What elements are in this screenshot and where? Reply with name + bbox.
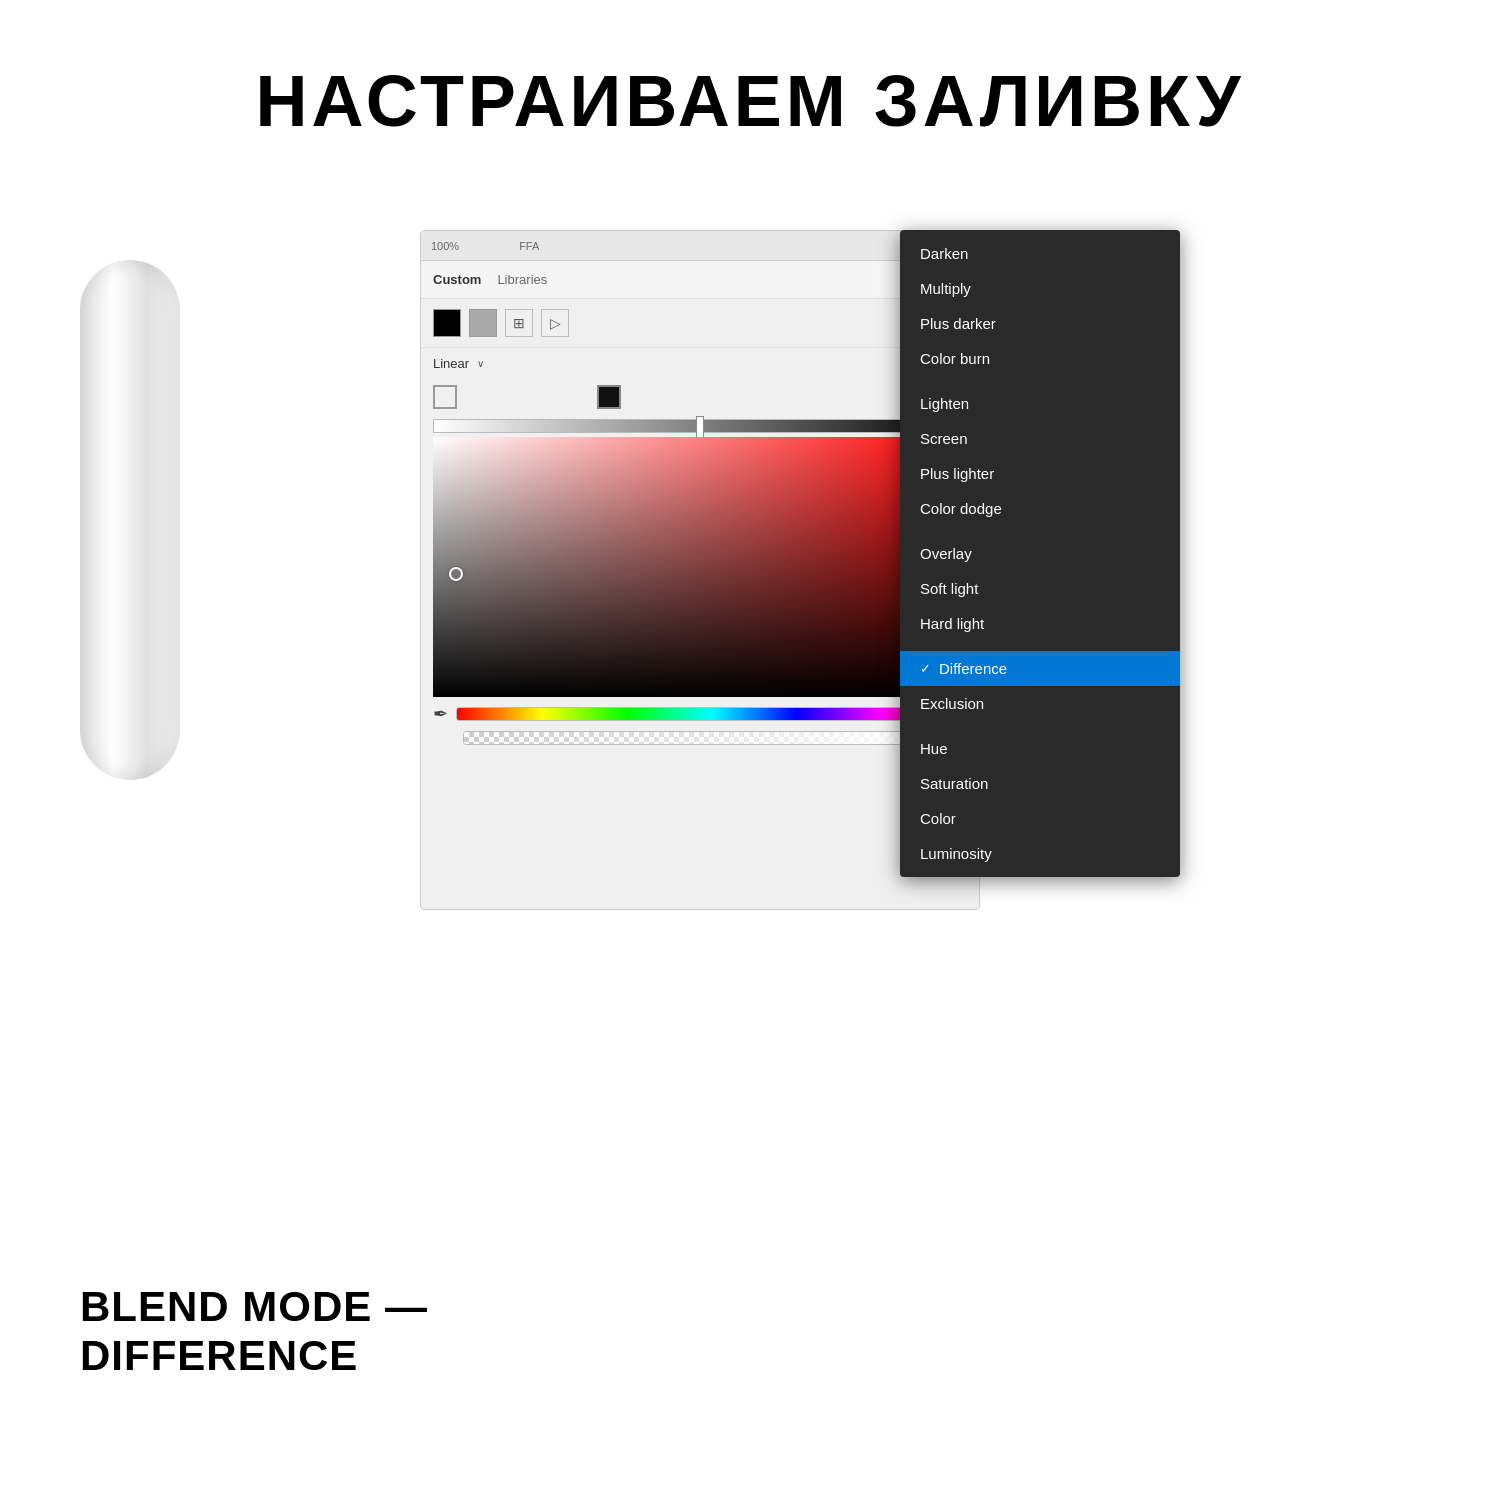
bottom-text-line1: BLEND MODE — bbox=[80, 1283, 428, 1331]
alpha-bar[interactable] bbox=[463, 731, 967, 745]
blend-item-screen-label: Screen bbox=[920, 430, 968, 447]
blend-item-darken-label: Darken bbox=[920, 245, 968, 262]
blend-item-plus-darker-label: Plus darker bbox=[920, 315, 996, 332]
blend-item-soft-light[interactable]: Soft light bbox=[900, 571, 1180, 606]
blend-item-luminosity[interactable]: Luminosity bbox=[900, 836, 1180, 871]
adobe-panel: 100% FFA Custom Libraries + ⊞ ▷ Linear ∨ bbox=[420, 230, 980, 910]
color-picker-area[interactable] bbox=[433, 437, 967, 697]
blend-separator-3 bbox=[900, 641, 1180, 651]
blend-item-soft-light-label: Soft light bbox=[920, 580, 978, 597]
blend-item-hue[interactable]: Hue bbox=[900, 731, 1180, 766]
gradient-handle[interactable] bbox=[696, 416, 704, 438]
blend-item-multiply-label: Multiply bbox=[920, 280, 971, 297]
gradient-stops bbox=[421, 379, 979, 415]
blend-item-difference-label: Difference bbox=[939, 660, 1007, 677]
blend-item-exclusion[interactable]: Exclusion bbox=[900, 686, 1180, 721]
blend-separator-1 bbox=[900, 376, 1180, 386]
blend-item-darken[interactable]: Darken bbox=[900, 236, 1180, 271]
tab-custom[interactable]: Custom bbox=[433, 272, 481, 287]
blend-item-saturation[interactable]: Saturation bbox=[900, 766, 1180, 801]
blend-item-saturation-label: Saturation bbox=[920, 775, 988, 792]
checkmark-icon: ✓ bbox=[920, 661, 931, 676]
blend-item-plus-lighter[interactable]: Plus lighter bbox=[900, 456, 1180, 491]
blend-item-screen[interactable]: Screen bbox=[900, 421, 1180, 456]
hue-bar[interactable] bbox=[456, 707, 967, 721]
alpha-bar-row bbox=[463, 731, 967, 745]
blend-item-hue-label: Hue bbox=[920, 740, 948, 757]
cylinder-decoration bbox=[80, 260, 180, 780]
blend-item-color-dodge[interactable]: Color dodge bbox=[900, 491, 1180, 526]
swatches-row: ⊞ ▷ bbox=[421, 299, 979, 348]
linear-row: Linear ∨ bbox=[421, 348, 979, 379]
blend-item-hard-light[interactable]: Hard light bbox=[900, 606, 1180, 641]
blend-item-exclusion-label: Exclusion bbox=[920, 695, 984, 712]
blend-item-hard-light-label: Hard light bbox=[920, 615, 984, 632]
blend-item-plus-lighter-label: Plus lighter bbox=[920, 465, 994, 482]
eyedropper-icon[interactable]: ✒ bbox=[433, 703, 448, 725]
blend-item-color-burn-label: Color burn bbox=[920, 350, 990, 367]
stop-black[interactable] bbox=[597, 385, 621, 409]
blend-separator-2 bbox=[900, 526, 1180, 536]
linear-label[interactable]: Linear bbox=[433, 356, 469, 371]
blend-item-plus-darker[interactable]: Plus darker bbox=[900, 306, 1180, 341]
blend-item-color-dodge-label: Color dodge bbox=[920, 500, 1002, 517]
top-label-opacity: 100% bbox=[431, 240, 459, 252]
blend-mode-dropdown[interactable]: Darken Multiply Plus darker Color burn L… bbox=[900, 230, 1180, 877]
blend-item-difference[interactable]: ✓ Difference bbox=[900, 651, 1180, 686]
tab-libraries[interactable]: Libraries bbox=[497, 272, 547, 287]
swatch-video-icon[interactable]: ▷ bbox=[541, 309, 569, 337]
blend-item-color-burn[interactable]: Color burn bbox=[900, 341, 1180, 376]
panel-top-bar: 100% FFA bbox=[421, 231, 979, 261]
hue-bar-row: ✒ bbox=[433, 703, 967, 725]
swatch-black[interactable] bbox=[433, 309, 461, 337]
linear-chevron-icon[interactable]: ∨ bbox=[477, 358, 484, 369]
stop-white[interactable] bbox=[433, 385, 457, 409]
blend-item-luminosity-label: Luminosity bbox=[920, 845, 992, 862]
gradient-bar[interactable] bbox=[433, 419, 967, 433]
bottom-text: BLEND MODE — DIFFERENCE bbox=[80, 1283, 428, 1380]
panel-tabs: Custom Libraries + bbox=[421, 261, 979, 299]
top-label-hex: FFA bbox=[519, 240, 539, 252]
content-area: 100% FFA Custom Libraries + ⊞ ▷ Linear ∨ bbox=[80, 200, 1420, 1420]
blend-item-lighten[interactable]: Lighten bbox=[900, 386, 1180, 421]
color-picker-handle[interactable] bbox=[449, 567, 463, 581]
blend-item-overlay[interactable]: Overlay bbox=[900, 536, 1180, 571]
ui-panel-container: 100% FFA Custom Libraries + ⊞ ▷ Linear ∨ bbox=[420, 230, 1240, 910]
blend-item-lighten-label: Lighten bbox=[920, 395, 969, 412]
bottom-text-line2: DIFFERENCE bbox=[80, 1332, 428, 1380]
blend-item-color-label: Color bbox=[920, 810, 956, 827]
page-title: НАСТРАИВАЕМ ЗАЛИВКУ bbox=[0, 0, 1500, 142]
swatch-image-icon[interactable]: ⊞ bbox=[505, 309, 533, 337]
blend-item-multiply[interactable]: Multiply bbox=[900, 271, 1180, 306]
color-saturation-field[interactable] bbox=[433, 437, 967, 697]
blend-item-color[interactable]: Color bbox=[900, 801, 1180, 836]
blend-separator-4 bbox=[900, 721, 1180, 731]
swatch-gray[interactable] bbox=[469, 309, 497, 337]
blend-item-overlay-label: Overlay bbox=[920, 545, 972, 562]
